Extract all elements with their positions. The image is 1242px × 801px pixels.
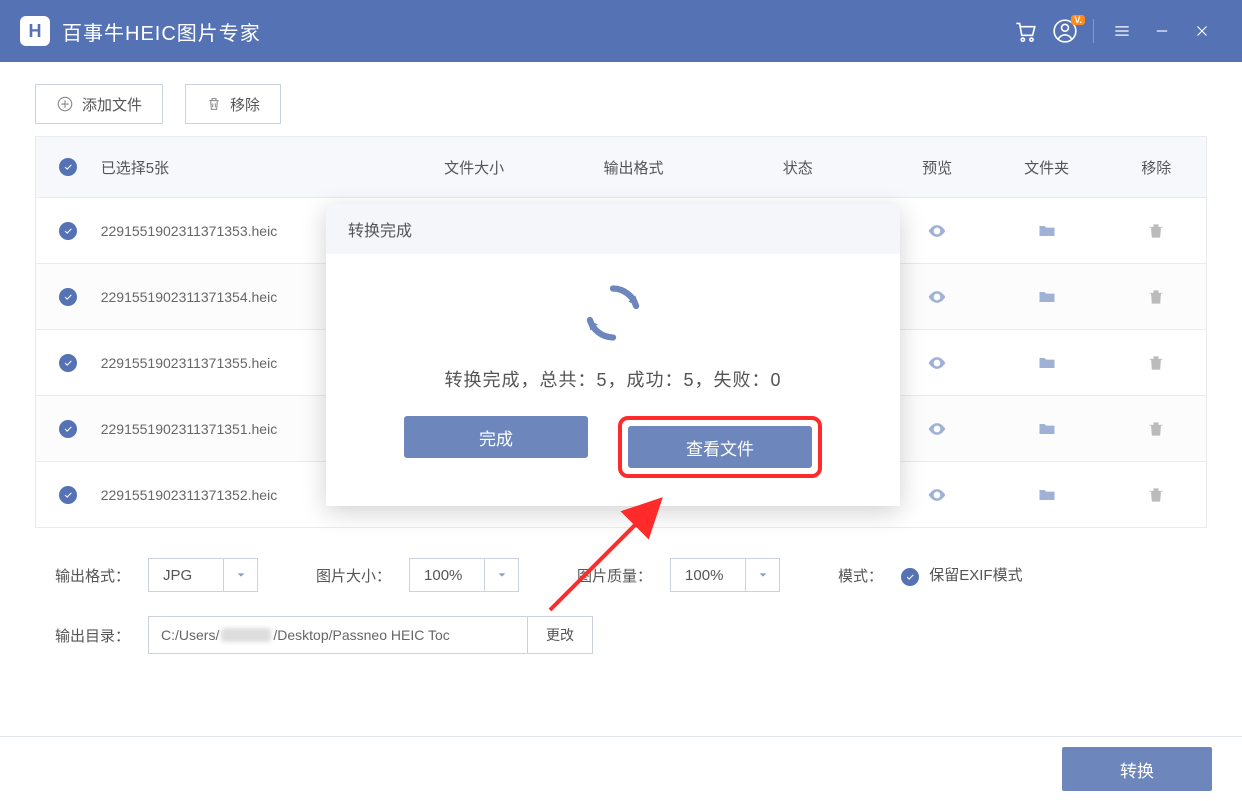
row-remove-icon[interactable]	[1106, 485, 1206, 505]
change-dir-button[interactable]: 更改	[528, 616, 593, 654]
output-format-label: 输出格式：	[55, 565, 130, 586]
mode-label: 模式：	[838, 565, 883, 586]
modal-view-files-button[interactable]: 查看文件	[628, 426, 812, 468]
row-checkbox[interactable]	[59, 420, 77, 438]
preview-icon[interactable]	[887, 353, 987, 373]
close-icon[interactable]	[1182, 11, 1222, 51]
vip-badge-icon: V.	[1071, 15, 1085, 25]
preview-icon[interactable]	[887, 485, 987, 505]
row-remove-icon[interactable]	[1106, 353, 1206, 373]
header-status: 状态	[708, 157, 887, 178]
menu-icon[interactable]	[1102, 11, 1142, 51]
modal-title: 转换完成	[326, 204, 900, 254]
plus-circle-icon	[56, 95, 74, 113]
row-checkbox[interactable]	[59, 288, 77, 306]
preview-icon[interactable]	[887, 419, 987, 439]
modal-summary: 转换完成，总共：5，成功：5，失败：0	[444, 366, 781, 392]
output-dir-prefix: C:/Users/	[161, 627, 219, 643]
title-divider	[1093, 19, 1094, 43]
header-selected: 已选择5张	[101, 157, 390, 178]
image-size-label: 图片大小：	[316, 565, 391, 586]
annotation-highlight: 查看文件	[618, 416, 822, 478]
bottom-bar: 转换	[0, 736, 1242, 801]
options-row: 输出格式： JPG 图片大小： 100% 图片质量： 100% 模式： 保留EX…	[0, 528, 1242, 602]
image-size-value: 100%	[424, 567, 462, 584]
app-logo: H	[20, 16, 50, 46]
folder-icon[interactable]	[987, 419, 1106, 439]
folder-icon[interactable]	[987, 221, 1106, 241]
output-dir-label: 输出目录：	[55, 625, 130, 646]
table-header: 已选择5张 文件大小 输出格式 状态 预览 文件夹 移除	[36, 137, 1206, 197]
add-file-button[interactable]: 添加文件	[35, 84, 163, 124]
row-checkbox[interactable]	[59, 222, 77, 240]
refresh-icon	[578, 278, 648, 348]
convert-button[interactable]: 转换	[1062, 747, 1212, 791]
header-remove: 移除	[1106, 157, 1206, 178]
row-remove-icon[interactable]	[1106, 287, 1206, 307]
preview-icon[interactable]	[887, 221, 987, 241]
output-format-dropdown[interactable]: JPG	[148, 558, 258, 592]
folder-icon[interactable]	[987, 353, 1106, 373]
title-bar: H 百事牛HEIC图片专家 V.	[0, 0, 1242, 62]
preview-icon[interactable]	[887, 287, 987, 307]
folder-icon[interactable]	[987, 485, 1106, 505]
select-all-checkbox[interactable]	[59, 158, 77, 176]
toolbar: 添加文件 移除	[0, 62, 1242, 136]
user-icon[interactable]: V.	[1045, 11, 1085, 51]
cart-icon[interactable]	[1005, 11, 1045, 51]
image-quality-value: 100%	[685, 567, 723, 584]
output-dir-field[interactable]: C:/Users/ /Desktop/Passneo HEIC Toc	[148, 616, 528, 654]
remove-label: 移除	[230, 94, 260, 115]
minimize-icon[interactable]	[1142, 11, 1182, 51]
header-format: 输出格式	[559, 157, 708, 178]
check-icon	[901, 568, 919, 586]
trash-icon	[206, 96, 222, 112]
row-checkbox[interactable]	[59, 354, 77, 372]
output-format-value: JPG	[163, 567, 192, 584]
chevron-down-icon	[236, 570, 246, 580]
add-file-label: 添加文件	[82, 94, 142, 115]
remove-button[interactable]: 移除	[185, 84, 281, 124]
row-remove-icon[interactable]	[1106, 419, 1206, 439]
completion-modal: 转换完成 转换完成，总共：5，成功：5，失败：0 完成 查看文件	[326, 204, 900, 506]
folder-icon[interactable]	[987, 287, 1106, 307]
row-checkbox[interactable]	[59, 486, 77, 504]
chevron-down-icon	[758, 570, 768, 580]
row-remove-icon[interactable]	[1106, 221, 1206, 241]
chevron-down-icon	[497, 570, 507, 580]
mode-value: 保留EXIF模式	[929, 567, 1022, 584]
image-quality-label: 图片质量：	[577, 565, 652, 586]
header-folder: 文件夹	[987, 157, 1106, 178]
image-size-dropdown[interactable]: 100%	[409, 558, 519, 592]
output-dir-suffix: /Desktop/Passneo HEIC Toc	[273, 627, 449, 643]
header-size: 文件大小	[389, 157, 558, 178]
app-title: 百事牛HEIC图片专家	[62, 17, 261, 46]
header-preview: 预览	[887, 157, 987, 178]
image-quality-dropdown[interactable]: 100%	[670, 558, 780, 592]
modal-done-button[interactable]: 完成	[404, 416, 588, 458]
exif-mode-checkbox[interactable]: 保留EXIF模式	[901, 564, 1023, 585]
output-dir-row: 输出目录： C:/Users/ /Desktop/Passneo HEIC To…	[0, 602, 1242, 684]
redacted-username	[221, 628, 271, 642]
